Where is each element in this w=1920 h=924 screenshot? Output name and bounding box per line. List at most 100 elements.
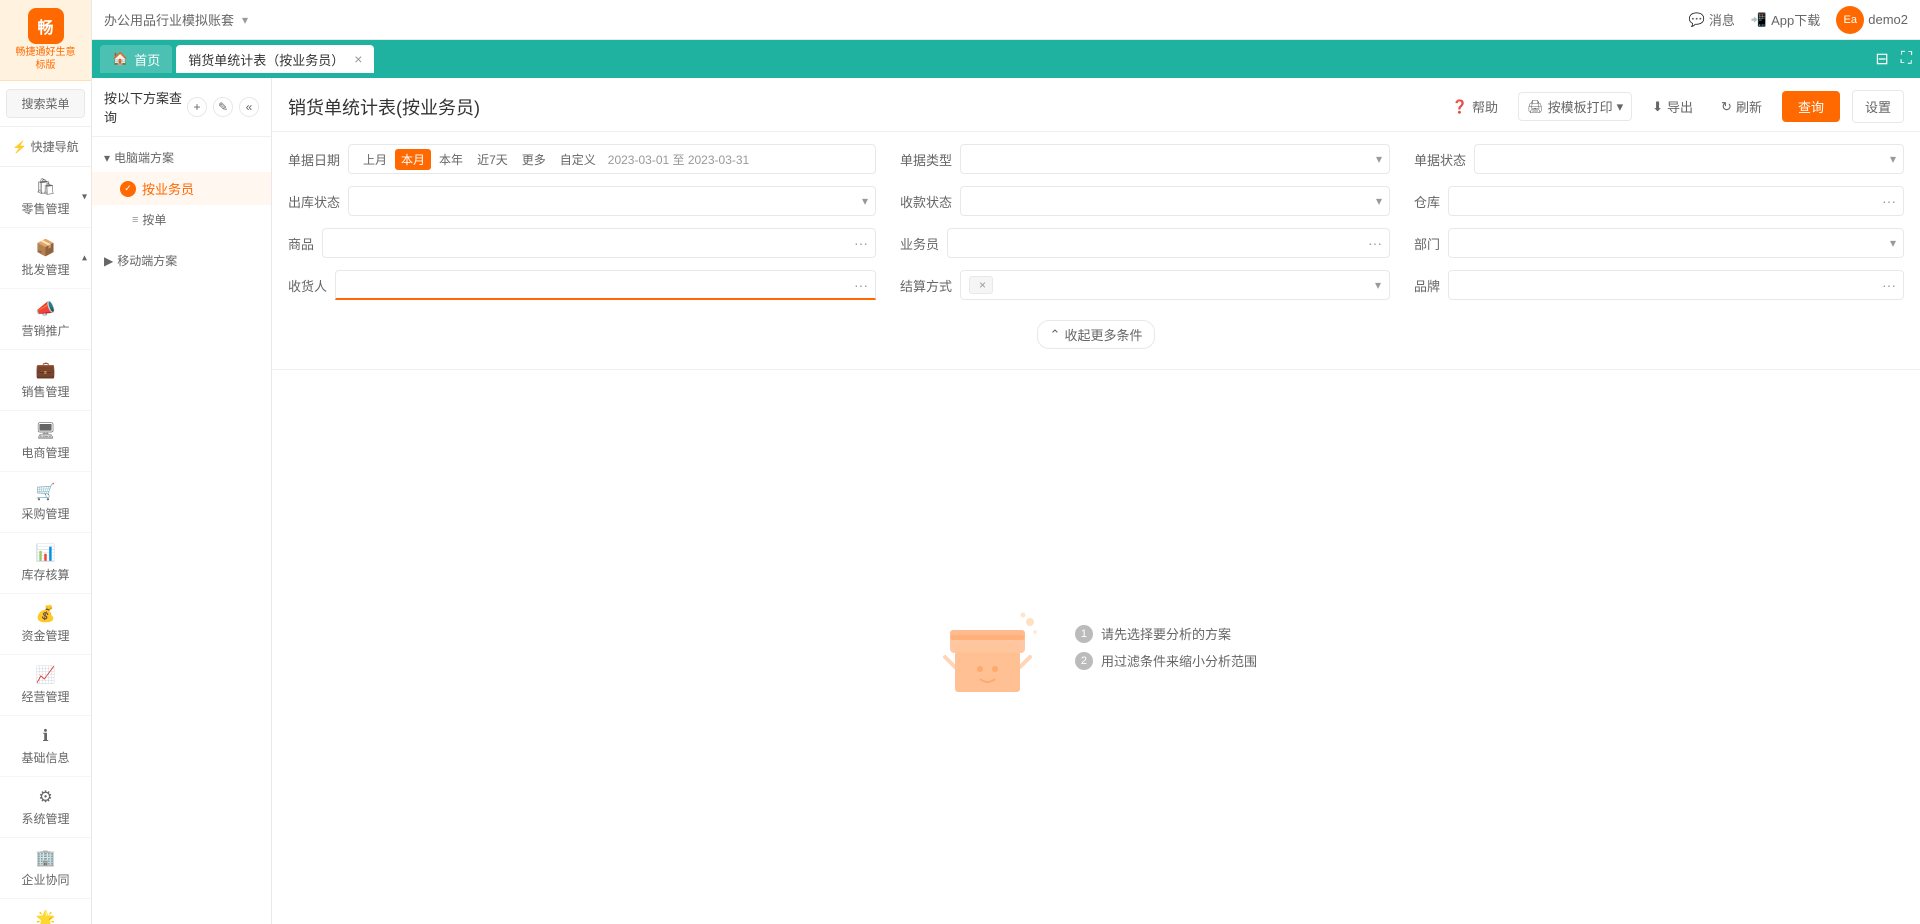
sidebar-menu: 🛍 零售管理 ▾ 📦 批发管理 ▴ 📣 营销推广 💼 销售管理 🖥 电商管理 🛒… — [0, 167, 91, 924]
content-area: 按以下方案查询 + ✎ « ▾ 电脑端方案 ✓ 按业务员 ≡ 按单 — [92, 78, 1920, 924]
sidebar-item-ecommerce-label: 电商管理 — [21, 444, 69, 461]
left-panel-item-salesman[interactable]: ✓ 按业务员 — [92, 172, 271, 205]
left-panel-add-button[interactable]: + — [187, 97, 207, 117]
sidebar-item-retail[interactable]: 🛍 零售管理 ▾ — [0, 167, 91, 228]
logo-icon: 畅 — [28, 8, 64, 44]
doc-type-control: ▾ — [960, 144, 1390, 174]
department-control: ▾ — [1448, 228, 1904, 258]
sidebar-item-system[interactable]: ⚙ 系统管理 — [0, 777, 91, 838]
left-panel-edit-button[interactable]: ✎ — [213, 97, 233, 117]
left-panel-title: 按以下方案查询 — [104, 88, 187, 126]
tab-close-button[interactable]: × — [354, 51, 362, 67]
search-menu-button[interactable]: 搜索菜单 — [6, 89, 85, 118]
message-label: 消息 — [1709, 10, 1735, 29]
pc-section: ▾ 电脑端方案 ✓ 按业务员 ≡ 按单 — [92, 137, 271, 240]
salesman-input[interactable] — [947, 228, 1390, 258]
date-btn-more[interactable]: 更多 — [516, 149, 552, 170]
sidebar-item-ecommerce[interactable]: 🖥 电商管理 — [0, 411, 91, 472]
sidebar-item-marketing[interactable]: 📣 营销推广 — [0, 289, 91, 350]
date-btn-prev-month[interactable]: 上月 — [357, 149, 393, 170]
topbar: 办公用品行业模拟账套 ▾ 💬 消息 📲 App下载 Ea demo2 — [92, 0, 1920, 40]
out-status-select[interactable] — [348, 186, 876, 216]
filter-out-status: 出库状态 ▾ — [288, 186, 876, 216]
sidebar-item-basic[interactable]: ℹ 基础信息 — [0, 716, 91, 777]
mobile-section-title[interactable]: ▶ 移动端方案 — [92, 246, 271, 275]
sidebar-item-marketing-label: 营销推广 — [21, 322, 69, 339]
product-dots[interactable]: ··· — [854, 235, 868, 251]
sidebar-item-purchase[interactable]: 🛒 采购管理 — [0, 472, 91, 533]
sidebar-item-inventory[interactable]: 📊 库存核算 — [0, 533, 91, 594]
filter-doc-type: 单据类型 ▾ — [876, 144, 1390, 174]
quick-nav-button[interactable]: ⚡ 快捷导航 — [6, 133, 85, 160]
left-panel-subitem-byorder[interactable]: ≡ 按单 — [92, 205, 271, 234]
filter-department: 部门 ▾ — [1390, 228, 1904, 258]
date-btn-7days[interactable]: 近7天 — [471, 149, 514, 170]
sidebar-item-enterprise[interactable]: 🏢 企业协同 — [0, 838, 91, 899]
refresh-button[interactable]: ↻ 刷新 — [1713, 93, 1770, 120]
receipt-status-select[interactable] — [960, 186, 1390, 216]
sidebar-item-operations[interactable]: 📈 经营管理 — [0, 655, 91, 716]
settlement-tag-close[interactable]: × — [979, 278, 986, 292]
help-button[interactable]: ❓ 帮助 — [1444, 93, 1506, 120]
sidebar-item-newbie[interactable]: 🌟 新手引导 — [0, 899, 91, 924]
product-input[interactable] — [322, 228, 876, 258]
template-print-button[interactable]: 🖨 按模板打印 ▾ — [1518, 92, 1632, 121]
brand-control: ··· — [1448, 270, 1904, 300]
left-panel-collapse-button[interactable]: « — [239, 97, 259, 117]
newbie-icon: 🌟 — [36, 909, 56, 924]
tab-sales-stats[interactable]: 销货单统计表（按业务员） × — [176, 45, 374, 73]
receiver-input[interactable] — [335, 270, 876, 300]
tab-home[interactable]: 🏠 首页 — [100, 45, 172, 73]
pc-section-title[interactable]: ▾ 电脑端方案 — [92, 143, 271, 172]
date-btn-this-year[interactable]: 本年 — [433, 149, 469, 170]
warehouse-dots[interactable]: ··· — [1882, 193, 1896, 209]
collapse-row: ⌃ 收起更多条件 — [288, 312, 1904, 357]
breadcrumb-arrow[interactable]: ▾ — [242, 13, 248, 27]
out-status-control: ▾ — [348, 186, 876, 216]
sidebar-item-sales[interactable]: 💼 销售管理 — [0, 350, 91, 411]
user-profile[interactable]: Ea demo2 — [1836, 6, 1908, 34]
salesman-dots[interactable]: ··· — [1368, 235, 1382, 251]
department-label: 部门 — [1414, 234, 1440, 253]
date-btn-this-month[interactable]: 本月 — [395, 149, 431, 170]
doc-status-select[interactable] — [1474, 144, 1904, 174]
brand-input[interactable] — [1448, 270, 1904, 300]
hint-2-num: 2 — [1075, 652, 1093, 670]
sidebar-item-enterprise-label: 企业协同 — [21, 871, 69, 888]
message-button[interactable]: 💬 消息 — [1689, 10, 1735, 29]
department-select[interactable] — [1448, 228, 1904, 258]
help-icon: ❓ — [1452, 99, 1468, 115]
filter-settlement: 结算方式 × ▾ — [876, 270, 1390, 300]
settings-button[interactable]: 设置 — [1852, 90, 1904, 123]
sidebar-item-wholesale[interactable]: 📦 批发管理 ▴ — [0, 228, 91, 289]
filter-row-2: 出库状态 ▾ 收款状态 ▾ 仓库 — [288, 186, 1904, 216]
purchase-icon: 🛒 — [36, 482, 56, 502]
print-arrow-icon: ▾ — [1617, 99, 1624, 115]
date-btn-custom[interactable]: 自定义 — [554, 149, 602, 170]
brand-dots[interactable]: ··· — [1882, 277, 1896, 293]
breadcrumb: 办公用品行业模拟账套 — [104, 10, 234, 29]
tab-fullscreen-icon[interactable]: ⛶ — [1901, 50, 1912, 68]
app-download-icon: 📲 — [1751, 12, 1767, 28]
topbar-left: 办公用品行业模拟账套 ▾ — [104, 10, 248, 29]
export-button[interactable]: ⬇ 导出 — [1644, 93, 1701, 120]
sidebar-item-system-label: 系统管理 — [21, 810, 69, 827]
sidebar-item-purchase-label: 采购管理 — [21, 505, 69, 522]
collapse-button[interactable]: ⌃ 收起更多条件 — [1037, 320, 1156, 349]
filter-brand: 品牌 ··· — [1390, 270, 1904, 300]
receiver-dots[interactable]: ··· — [854, 277, 868, 293]
app-download-button[interactable]: 📲 App下载 — [1751, 10, 1820, 29]
settlement-arrow[interactable]: ▾ — [1375, 278, 1381, 292]
sidebar-item-retail-label: 零售管理 — [21, 200, 69, 217]
filter-row-3: 商品 ··· 业务员 ··· 部门 — [288, 228, 1904, 258]
query-button[interactable]: 查询 — [1782, 91, 1840, 122]
refresh-label: 刷新 — [1736, 97, 1762, 116]
export-icon: ⬇ — [1652, 99, 1663, 115]
mobile-section-label: 移动端方案 — [117, 252, 177, 269]
doc-type-select[interactable] — [960, 144, 1390, 174]
out-status-label: 出库状态 — [288, 192, 340, 211]
sidebar-logo: 畅 畅捷通好生意标版 — [0, 0, 91, 81]
warehouse-input[interactable] — [1448, 186, 1904, 216]
tab-expand-icon[interactable]: ⊟ — [1875, 49, 1888, 69]
sidebar-item-finance[interactable]: 💰 资金管理 — [0, 594, 91, 655]
